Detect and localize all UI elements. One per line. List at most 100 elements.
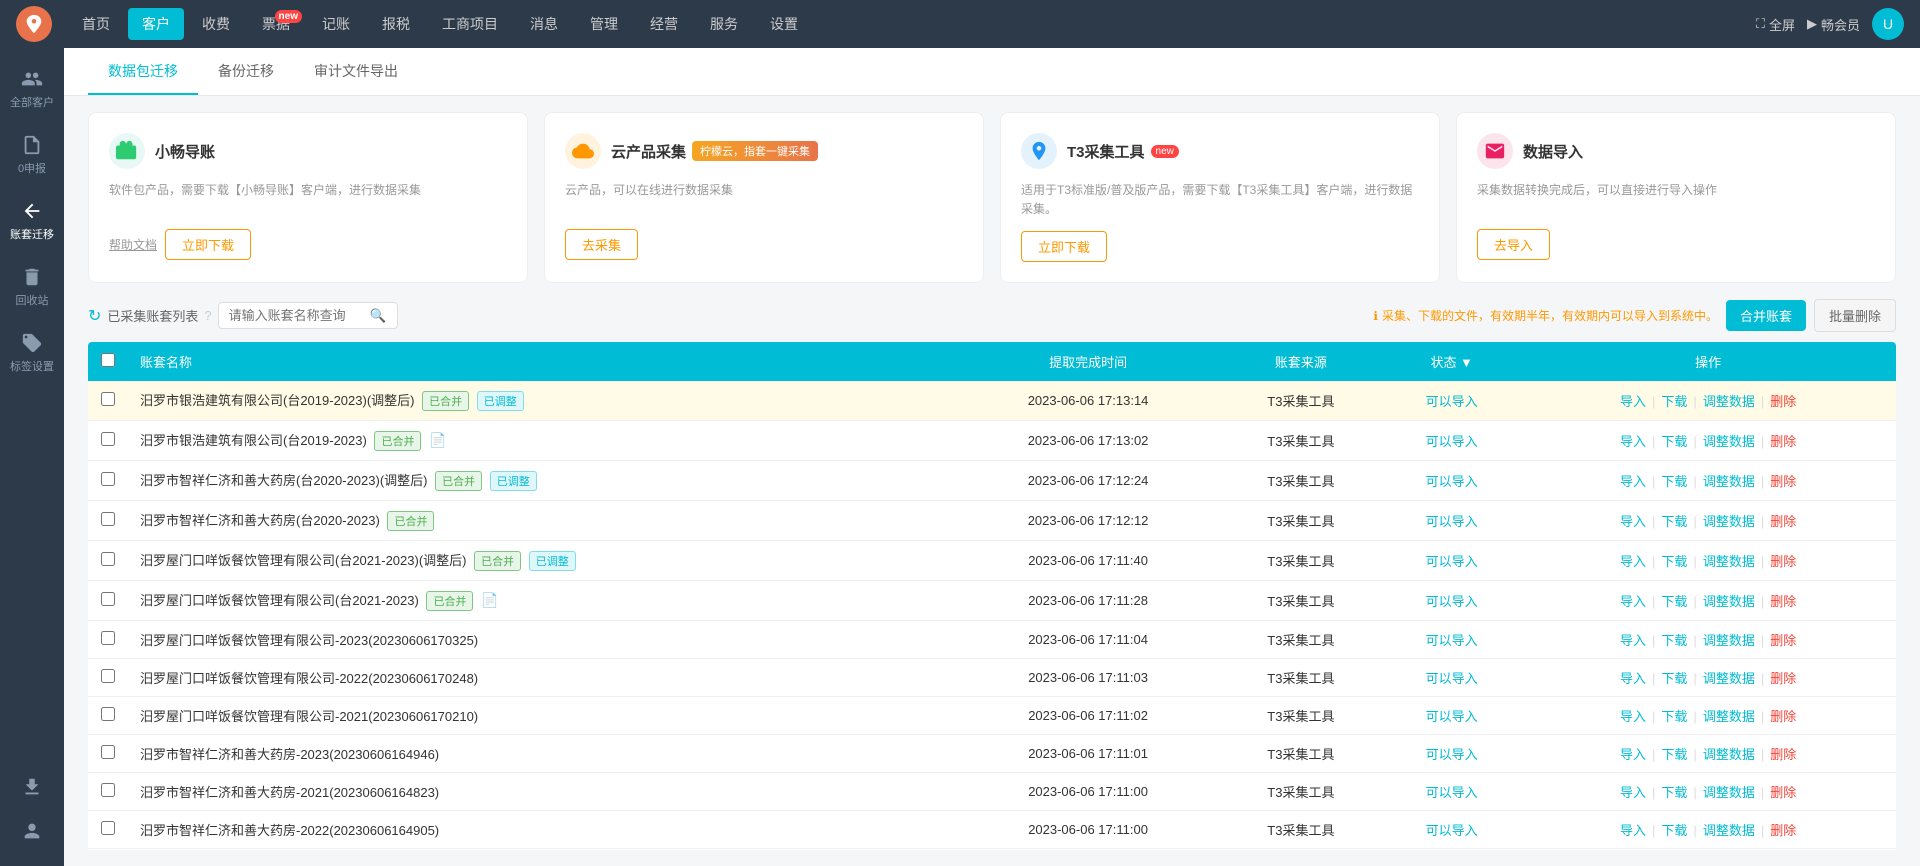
delete-action[interactable]: 删除	[1770, 633, 1796, 648]
download-action[interactable]: 下载	[1661, 633, 1687, 648]
nav-customer[interactable]: 客户	[128, 8, 184, 40]
import-button[interactable]: 去导入	[1477, 229, 1550, 260]
download-action[interactable]: 下载	[1661, 434, 1687, 449]
t3-download-button[interactable]: 立即下载	[1021, 231, 1107, 262]
download-action[interactable]: 下载	[1661, 554, 1687, 569]
fullscreen-button[interactable]: ⛶ 全屏	[1756, 15, 1795, 34]
nav-settings[interactable]: 设置	[756, 8, 812, 40]
nav-ticket[interactable]: 票据new	[248, 8, 304, 40]
sidebar-item-recycle[interactable]: 回收站	[0, 256, 64, 318]
member-button[interactable]: ▶ 畅会员	[1807, 15, 1860, 34]
import-action[interactable]: 导入	[1620, 709, 1646, 724]
import-action[interactable]: 导入	[1620, 823, 1646, 838]
adjust-action[interactable]: 调整数据	[1703, 434, 1755, 449]
nav-manage[interactable]: 管理	[576, 8, 632, 40]
import-action[interactable]: 导入	[1620, 633, 1646, 648]
delete-action[interactable]: 删除	[1770, 594, 1796, 609]
row-checkbox[interactable]	[101, 631, 115, 645]
import-action[interactable]: 导入	[1620, 434, 1646, 449]
delete-action[interactable]: 删除	[1770, 474, 1796, 489]
download-action[interactable]: 下载	[1661, 594, 1687, 609]
import-action[interactable]: 导入	[1620, 514, 1646, 529]
nav-fee[interactable]: 收费	[188, 8, 244, 40]
search-button[interactable]: 🔍	[370, 308, 387, 324]
adjust-action[interactable]: 调整数据	[1703, 671, 1755, 686]
import-action[interactable]: 导入	[1620, 474, 1646, 489]
adjust-action[interactable]: 调整数据	[1703, 554, 1755, 569]
nav-business[interactable]: 工商项目	[428, 8, 512, 40]
nav-tax[interactable]: 报税	[368, 8, 424, 40]
row-checkbox[interactable]	[101, 821, 115, 835]
import-action[interactable]: 导入	[1620, 747, 1646, 762]
adjust-action[interactable]: 调整数据	[1703, 709, 1755, 724]
download-action[interactable]: 下载	[1661, 747, 1687, 762]
file-icon[interactable]: 📄	[481, 592, 498, 608]
import-action[interactable]: 导入	[1620, 394, 1646, 409]
nav-home[interactable]: 首页	[68, 8, 124, 40]
adjust-action[interactable]: 调整数据	[1703, 594, 1755, 609]
sidebar-item-user[interactable]	[17, 810, 47, 852]
app-logo[interactable]	[16, 6, 52, 42]
tab-data-migration[interactable]: 数据包迁移	[88, 49, 198, 95]
delete-action[interactable]: 删除	[1770, 554, 1796, 569]
merge-button[interactable]: 合并账套	[1726, 300, 1806, 331]
delete-action[interactable]: 删除	[1770, 823, 1796, 838]
delete-action[interactable]: 删除	[1770, 394, 1796, 409]
row-checkbox[interactable]	[101, 512, 115, 526]
adjust-action[interactable]: 调整数据	[1703, 823, 1755, 838]
import-action[interactable]: 导入	[1620, 554, 1646, 569]
xiaochang-download-button[interactable]: 立即下载	[165, 229, 251, 260]
sidebar-item-zero-report[interactable]: 0申报	[0, 124, 64, 186]
adjust-action[interactable]: 调整数据	[1703, 514, 1755, 529]
row-checkbox[interactable]	[101, 783, 115, 797]
batch-delete-button[interactable]: 批量删除	[1814, 299, 1896, 332]
row-checkbox[interactable]	[101, 669, 115, 683]
row-checkbox[interactable]	[101, 707, 115, 721]
delete-action[interactable]: 删除	[1770, 671, 1796, 686]
delete-action[interactable]: 删除	[1770, 785, 1796, 800]
download-action[interactable]: 下载	[1661, 785, 1687, 800]
adjust-action[interactable]: 调整数据	[1703, 633, 1755, 648]
row-checkbox[interactable]	[101, 392, 115, 406]
tab-audit-export[interactable]: 审计文件导出	[294, 49, 418, 95]
import-action[interactable]: 导入	[1620, 785, 1646, 800]
row-checkbox[interactable]	[101, 552, 115, 566]
row-checkbox[interactable]	[101, 432, 115, 446]
import-action[interactable]: 导入	[1620, 594, 1646, 609]
sidebar-item-download[interactable]	[17, 766, 47, 808]
row-checkbox[interactable]	[101, 592, 115, 606]
nav-message[interactable]: 消息	[516, 8, 572, 40]
sidebar-item-all-customers[interactable]: 全部客户	[0, 58, 64, 120]
delete-action[interactable]: 删除	[1770, 709, 1796, 724]
delete-action[interactable]: 删除	[1770, 747, 1796, 762]
download-action[interactable]: 下载	[1661, 823, 1687, 838]
delete-action[interactable]: 删除	[1770, 434, 1796, 449]
download-action[interactable]: 下载	[1661, 709, 1687, 724]
cloud-collect-button[interactable]: 去采集	[565, 229, 638, 260]
adjust-action[interactable]: 调整数据	[1703, 785, 1755, 800]
nav-bookkeeping[interactable]: 记账	[308, 8, 364, 40]
adjust-action[interactable]: 调整数据	[1703, 394, 1755, 409]
user-avatar[interactable]: U	[1872, 8, 1904, 40]
tab-backup-migration[interactable]: 备份迁移	[198, 49, 294, 95]
import-action[interactable]: 导入	[1620, 671, 1646, 686]
file-icon[interactable]: 📄	[429, 432, 446, 448]
nav-operation[interactable]: 经营	[636, 8, 692, 40]
help-doc-link[interactable]: 帮助文档	[109, 236, 157, 253]
adjust-action[interactable]: 调整数据	[1703, 747, 1755, 762]
sidebar-item-tag[interactable]: 标签设置	[0, 322, 64, 384]
download-action[interactable]: 下载	[1661, 474, 1687, 489]
table-scroll-area[interactable]: 账套名称 提取完成时间 账套来源 状态 ▼ 操作 汨罗市银浩建筑有限公司(台20…	[88, 342, 1896, 850]
download-action[interactable]: 下载	[1661, 394, 1687, 409]
row-checkbox[interactable]	[101, 745, 115, 759]
select-all-checkbox[interactable]	[101, 353, 115, 367]
delete-action[interactable]: 删除	[1770, 514, 1796, 529]
download-action[interactable]: 下载	[1661, 671, 1687, 686]
sidebar-item-migrate[interactable]: 账套迁移	[0, 190, 64, 252]
help-icon[interactable]: ?	[204, 308, 211, 323]
refresh-icon[interactable]: ↻	[88, 306, 101, 326]
adjust-action[interactable]: 调整数据	[1703, 474, 1755, 489]
download-action[interactable]: 下载	[1661, 514, 1687, 529]
row-checkbox[interactable]	[101, 472, 115, 486]
nav-service[interactable]: 服务	[696, 8, 752, 40]
